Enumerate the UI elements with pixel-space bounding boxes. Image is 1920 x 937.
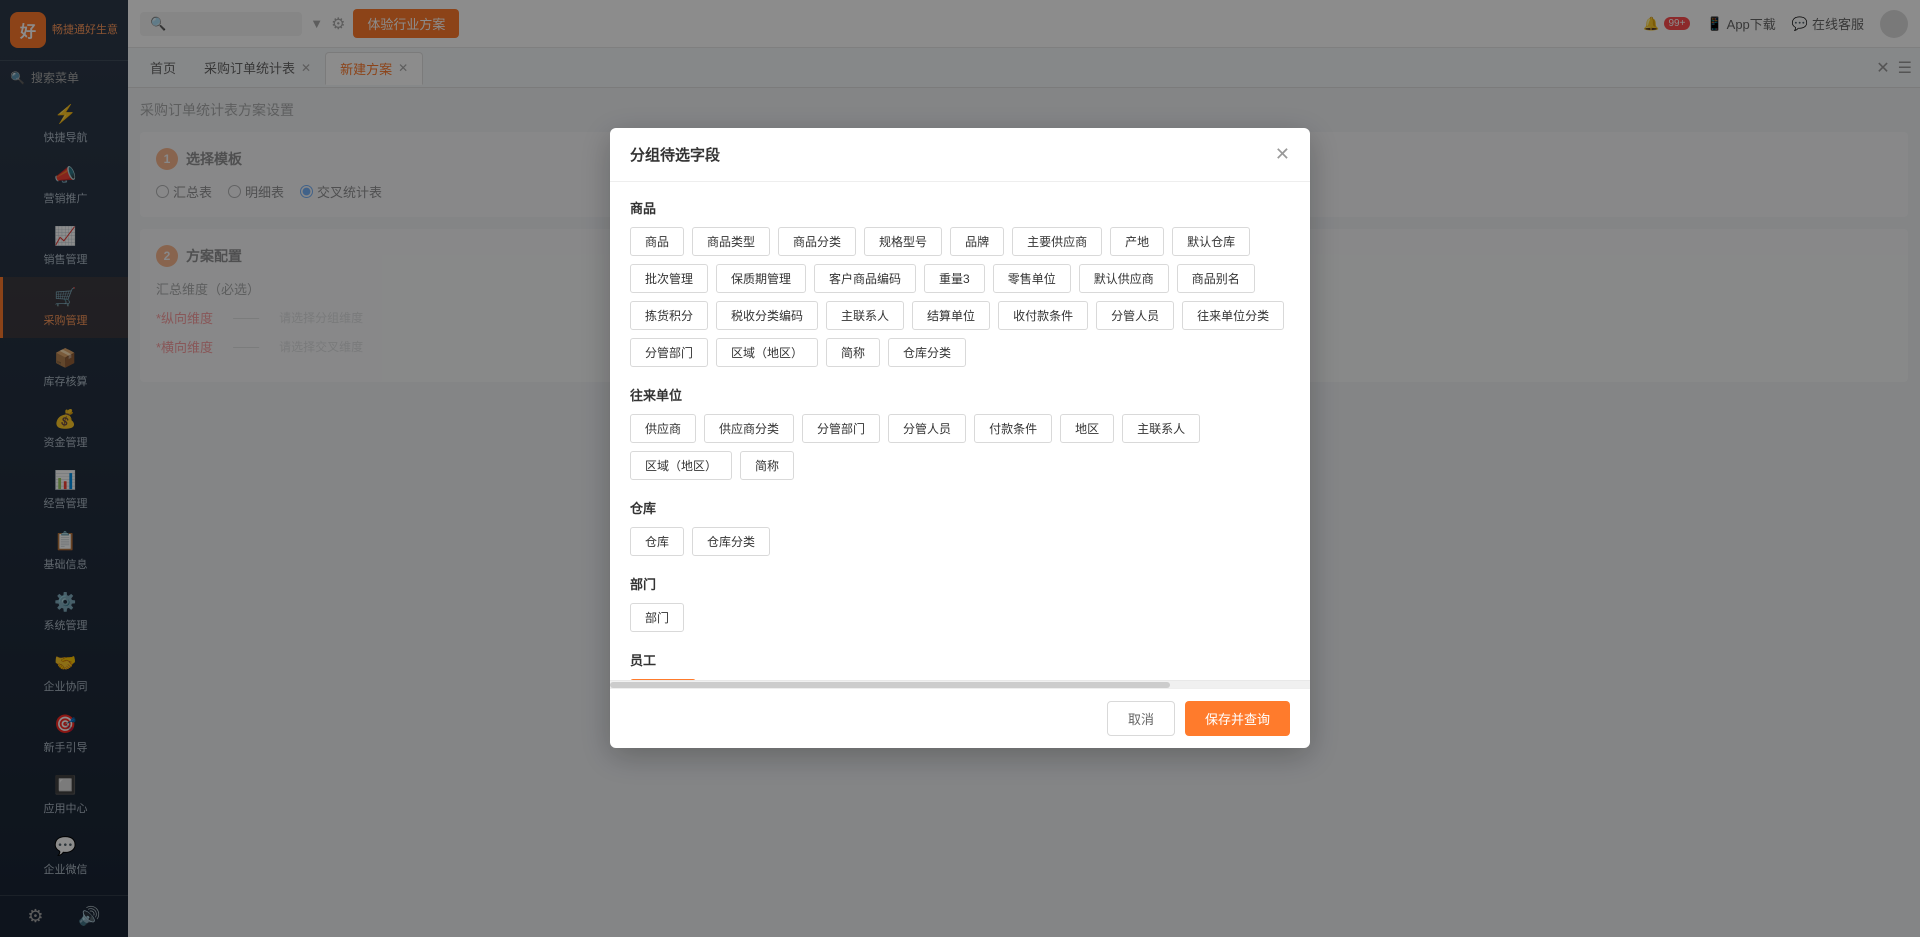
section-product-tags: 商品 商品类型 商品分类 规格型号 品牌 主要供应商 产地 默认仓库 批次管理 …	[630, 227, 1290, 367]
section-warehouse-title: 仓库	[630, 498, 1290, 517]
section-department-title: 部门	[630, 574, 1290, 593]
field-tag[interactable]: 付款条件	[974, 414, 1052, 443]
field-tag[interactable]: 保质期管理	[716, 264, 806, 293]
field-tag[interactable]: 批次管理	[630, 264, 708, 293]
modal-confirm-btn[interactable]: 保存并查询	[1185, 701, 1290, 736]
modal-horizontal-scrollbar[interactable]	[610, 680, 1310, 688]
field-tag[interactable]: 分管部门	[630, 338, 708, 367]
modal-close-btn[interactable]: ✕	[1275, 144, 1290, 165]
section-department: 部门 部门	[630, 574, 1290, 632]
field-tag[interactable]: 主联系人	[1122, 414, 1200, 443]
modal-cancel-btn[interactable]: 取消	[1107, 701, 1175, 736]
field-tag[interactable]: 规格型号	[864, 227, 942, 256]
section-product: 商品 商品 商品类型 商品分类 规格型号 品牌 主要供应商 产地 默认仓库 批次…	[630, 198, 1290, 367]
field-tag[interactable]: 部门	[630, 603, 684, 632]
section-warehouse-tags: 仓库 仓库分类	[630, 527, 1290, 556]
section-product-title: 商品	[630, 198, 1290, 217]
field-tag[interactable]: 地区	[1060, 414, 1114, 443]
modal-header: 分组待选字段 ✕	[610, 128, 1310, 182]
section-department-tags: 部门	[630, 603, 1290, 632]
field-tag[interactable]: 主联系人	[826, 301, 904, 330]
modal-field-select: 分组待选字段 ✕ 商品 商品 商品类型 商品分类 规格型号 品牌 主要供应商 产…	[610, 128, 1310, 748]
field-tag[interactable]: 简称	[826, 338, 880, 367]
modal-scrollbar-thumb	[610, 682, 1170, 688]
field-tag[interactable]: 客户商品编码	[814, 264, 916, 293]
field-tag[interactable]: 分管人员	[1096, 301, 1174, 330]
field-tag[interactable]: 仓库	[630, 527, 684, 556]
section-counterpart-tags: 供应商 供应商分类 分管部门 分管人员 付款条件 地区 主联系人 区域（地区） …	[630, 414, 1290, 480]
field-tag[interactable]: 分管部门	[802, 414, 880, 443]
field-tag[interactable]: 仓库分类	[888, 338, 966, 367]
modal-title: 分组待选字段	[630, 144, 720, 165]
modal-body: 商品 商品 商品类型 商品分类 规格型号 品牌 主要供应商 产地 默认仓库 批次…	[610, 182, 1310, 680]
field-tag[interactable]: 收付款条件	[998, 301, 1088, 330]
field-tag[interactable]: 税收分类编码	[716, 301, 818, 330]
field-tag[interactable]: 商品分类	[778, 227, 856, 256]
field-tag[interactable]: 结算单位	[912, 301, 990, 330]
field-tag[interactable]: 商品类型	[692, 227, 770, 256]
section-counterpart-title: 往来单位	[630, 385, 1290, 404]
field-tag[interactable]: 默认仓库	[1172, 227, 1250, 256]
field-tag[interactable]: 零售单位	[993, 264, 1071, 293]
field-tag[interactable]: 往来单位分类	[1182, 301, 1284, 330]
field-tag[interactable]: 区域（地区）	[716, 338, 818, 367]
field-tag[interactable]: 商品	[630, 227, 684, 256]
field-tag[interactable]: 供应商分类	[704, 414, 794, 443]
section-employee-title: 员工	[630, 650, 1290, 669]
field-tag[interactable]: 重量3	[924, 264, 985, 293]
modal-footer: 取消 保存并查询	[610, 688, 1310, 748]
section-counterpart: 往来单位 供应商 供应商分类 分管部门 分管人员 付款条件 地区 主联系人 区域…	[630, 385, 1290, 480]
field-tag[interactable]: 简称	[740, 451, 794, 480]
field-tag[interactable]: 拣货积分	[630, 301, 708, 330]
field-tag[interactable]: 默认供应商	[1079, 264, 1169, 293]
field-tag[interactable]: 主要供应商	[1012, 227, 1102, 256]
field-tag[interactable]: 品牌	[950, 227, 1004, 256]
field-tag[interactable]: 产地	[1110, 227, 1164, 256]
field-tag[interactable]: 分管人员	[888, 414, 966, 443]
field-tag[interactable]: 仓库分类	[692, 527, 770, 556]
field-tag[interactable]: 供应商	[630, 414, 696, 443]
section-warehouse: 仓库 仓库 仓库分类	[630, 498, 1290, 556]
field-tag[interactable]: 商品别名	[1177, 264, 1255, 293]
field-tag[interactable]: 区域（地区）	[630, 451, 732, 480]
section-employee: 员工 业务员	[630, 650, 1290, 680]
